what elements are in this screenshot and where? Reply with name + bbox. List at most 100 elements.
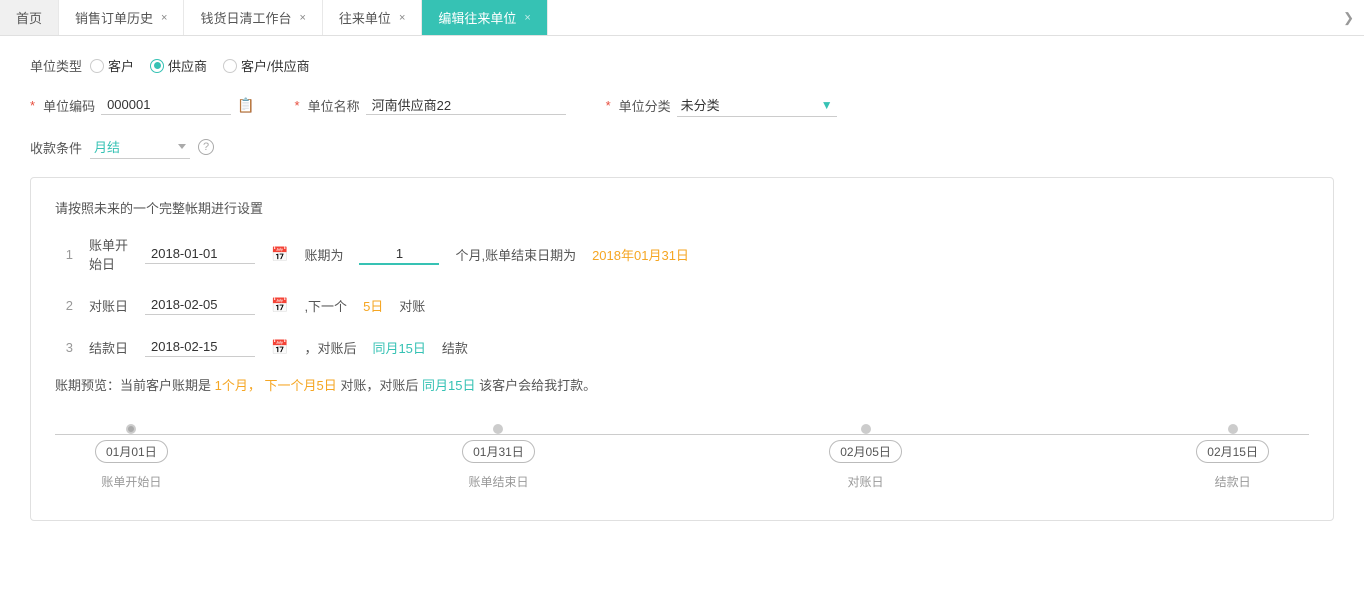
period-desc-highlight-2: 5日 — [363, 296, 383, 315]
tab-sales-close[interactable]: × — [161, 12, 167, 24]
radio-supplier-dot — [154, 62, 161, 69]
period-date-2[interactable] — [145, 295, 255, 315]
radio-customer-label: 客户 — [108, 56, 134, 75]
tab-sales-label: 销售订单历史 — [75, 8, 153, 27]
help-icon[interactable]: ? — [198, 139, 214, 155]
unit-code-label: 单位编码 — [43, 96, 95, 115]
preview-part1: 1个月， — [215, 378, 261, 393]
preview-part4: 同月15日 — [422, 378, 475, 393]
tab-partner-close[interactable]: × — [399, 12, 405, 24]
period-box: 请按照未来的一个完整帐期进行设置 1 账单开始日 📅 账期为 个月,账单结束日期… — [30, 177, 1334, 521]
radio-group: 客户 供应商 客户/供应商 — [90, 56, 310, 75]
timeline-node-4: 02月15日 结款日 — [1196, 424, 1269, 490]
timeline-node-2: 01月31日 账单结束日 — [462, 424, 535, 490]
unit-category-select[interactable]: 未分类 ▼ — [677, 93, 837, 117]
period-num-2: 2 — [55, 298, 73, 313]
timeline-label-4: 结款日 — [1215, 473, 1251, 490]
payment-select[interactable]: 月结 — [90, 135, 190, 159]
calendar-icon-2[interactable]: 📅 — [271, 297, 288, 314]
tabs-arrow[interactable]: ❯ — [1333, 0, 1364, 35]
period-type-3: 结款日 — [89, 338, 129, 357]
unit-code-input[interactable] — [101, 95, 231, 115]
timeline: 01月01日 账单开始日 01月31日 账单结束日 02月05日 对账日 — [55, 414, 1309, 500]
tab-edit-close[interactable]: × — [524, 12, 530, 24]
period-row-3: 3 结款日 📅 ，对账后 同月15日 结款 — [55, 337, 1309, 357]
unit-name-input[interactable] — [366, 95, 566, 115]
unit-name-label: 单位名称 — [308, 96, 360, 115]
tab-partner-label: 往来单位 — [339, 8, 391, 27]
period-title: 请按照未来的一个完整帐期进行设置 — [55, 198, 1309, 217]
preview-part3: 对账，对账后 — [340, 378, 418, 393]
unit-category-field: * 单位分类 未分类 ▼ — [606, 93, 837, 117]
tab-cash-label: 钱货日清工作台 — [200, 8, 291, 27]
payment-row: 收款条件 月结 ? — [30, 135, 1334, 159]
calendar-icon-1[interactable]: 📅 — [271, 246, 288, 263]
tab-cash-close[interactable]: × — [299, 12, 305, 24]
preview-text: 账期预览：当前客户账期是 1个月， 下一个月5日 对账，对账后 同月15日 该客… — [55, 375, 1309, 394]
tab-edit-partner[interactable]: 编辑往来单位 × — [422, 0, 547, 35]
tab-partner[interactable]: 往来单位 × — [323, 0, 422, 35]
tab-edit-label: 编辑往来单位 — [438, 8, 516, 27]
unit-name-star: * — [295, 98, 300, 113]
unit-type-label: 单位类型 — [30, 56, 82, 75]
preview-label: 账期预览：当前客户账期是 — [55, 378, 211, 393]
radio-both-circle — [223, 59, 237, 73]
unit-category-value: 未分类 — [681, 95, 817, 114]
copy-icon[interactable]: 📋 — [237, 97, 254, 114]
period-desc-prefix-2: ,下一个 — [304, 296, 347, 315]
tab-home[interactable]: 首页 — [0, 0, 59, 35]
radio-customer-circle — [90, 59, 104, 73]
period-type-1: 账单开始日 — [89, 235, 129, 273]
main-content: 单位类型 客户 供应商 客户/供应商 * 单位编码 📋 — [0, 36, 1364, 608]
unit-type-row: 单位类型 客户 供应商 客户/供应商 — [30, 56, 1334, 75]
tabs-bar: 首页 销售订单历史 × 钱货日清工作台 × 往来单位 × 编辑往来单位 × ❯ — [0, 0, 1364, 36]
preview-section: 账期预览：当前客户账期是 1个月， 下一个月5日 对账，对账后 同月15日 该客… — [55, 365, 1309, 500]
timeline-label-3: 对账日 — [848, 473, 884, 490]
timeline-badge-4: 02月15日 — [1196, 440, 1269, 463]
timeline-node-1: 01月01日 账单开始日 — [95, 424, 168, 490]
period-date-1[interactable] — [145, 244, 255, 264]
unit-code-star: * — [30, 98, 35, 113]
radio-customer[interactable]: 客户 — [90, 56, 134, 75]
unit-cat-star: * — [606, 98, 611, 113]
period-row-1: 1 账单开始日 📅 账期为 个月,账单结束日期为 2018年01月31日 — [55, 235, 1309, 273]
period-row-2: 2 对账日 📅 ,下一个 5日 对账 — [55, 295, 1309, 315]
period-desc-highlight-3: 同月15日 — [372, 338, 425, 357]
radio-both[interactable]: 客户/供应商 — [223, 56, 310, 75]
chevron-down-icon: ▼ — [821, 98, 833, 112]
period-num-1: 1 — [55, 247, 73, 262]
period-end-date-1: 2018年01月31日 — [592, 245, 689, 264]
unit-code-field: * 单位编码 📋 — [30, 95, 255, 115]
payment-chevron-icon — [178, 144, 186, 149]
timeline-node-3: 02月05日 对账日 — [829, 424, 902, 490]
radio-both-label: 客户/供应商 — [241, 56, 310, 75]
timeline-badge-1: 01月01日 — [95, 440, 168, 463]
tab-cash-work[interactable]: 钱货日清工作台 × — [184, 0, 322, 35]
tab-home-label: 首页 — [16, 8, 42, 27]
timeline-dot-3 — [861, 424, 871, 434]
period-desc-suffix-3: 结款 — [442, 338, 468, 357]
preview-part2: 下一个月5日 — [265, 378, 337, 393]
period-desc-prefix-3: ，对账后 — [304, 338, 356, 357]
unit-name-field: * 单位名称 — [295, 95, 566, 115]
unit-fields-row: * 单位编码 📋 * 单位名称 * 单位分类 未分类 ▼ — [30, 93, 1334, 117]
period-value-1[interactable] — [359, 244, 439, 265]
preview-part5: 该客户会给我打款。 — [479, 378, 596, 393]
calendar-icon-3[interactable]: 📅 — [271, 339, 288, 356]
timeline-dot-4 — [1228, 424, 1238, 434]
timeline-dot-1 — [126, 424, 136, 434]
period-type-2: 对账日 — [89, 296, 129, 315]
timeline-badge-3: 02月05日 — [829, 440, 902, 463]
timeline-label-1: 账单开始日 — [101, 473, 161, 490]
period-date-3[interactable] — [145, 337, 255, 357]
timeline-nodes: 01月01日 账单开始日 01月31日 账单结束日 02月05日 对账日 — [95, 424, 1269, 490]
timeline-dot-2 — [493, 424, 503, 434]
radio-supplier-circle — [150, 59, 164, 73]
timeline-badge-2: 01月31日 — [462, 440, 535, 463]
tab-sales-history[interactable]: 销售订单历史 × — [59, 0, 184, 35]
timeline-label-2: 账单结束日 — [468, 473, 528, 490]
radio-supplier[interactable]: 供应商 — [150, 56, 207, 75]
period-unit-1: 个月,账单结束日期为 — [455, 245, 576, 264]
period-num-3: 3 — [55, 340, 73, 355]
period-label-1: 账期为 — [304, 245, 343, 264]
